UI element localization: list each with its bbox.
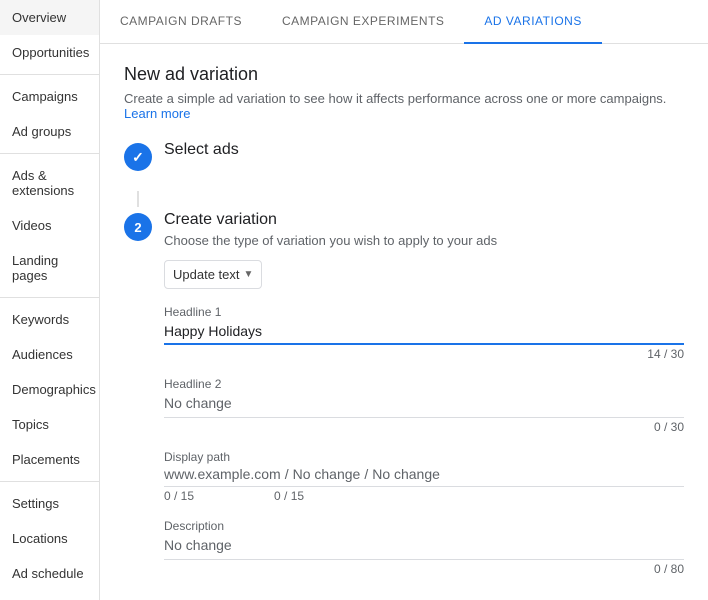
step-2-icon: 2	[124, 213, 152, 241]
description-value[interactable]: No change	[164, 535, 684, 555]
sidebar-item-settings[interactable]: Settings	[0, 486, 99, 521]
description-field: No change	[164, 535, 684, 560]
headline2-field: No change	[164, 393, 684, 418]
description-underline	[164, 559, 684, 560]
sidebar-item-ad-schedule[interactable]: Ad schedule	[0, 556, 99, 591]
chevron-down-icon: ▼	[244, 269, 254, 280]
sidebar: Overview Opportunities Campaigns Ad grou…	[0, 0, 100, 600]
sidebar-item-topics[interactable]: Topics	[0, 407, 99, 442]
display-path-group: Display path www.example.com / No change…	[164, 450, 684, 503]
display-path-nochange-1[interactable]: No change	[293, 466, 361, 482]
display-path-domain: www.example.com	[164, 466, 281, 482]
sidebar-divider-3	[0, 297, 99, 298]
dropdown-label: Update text	[173, 267, 240, 282]
sidebar-item-keywords[interactable]: Keywords	[0, 302, 99, 337]
headline1-field: Happy Holidays	[164, 321, 684, 345]
description-group: Description No change 0 / 80	[164, 519, 684, 576]
step-1-content: Select ads	[164, 141, 684, 163]
headline1-group: Headline 1 Happy Holidays 14 / 30	[164, 305, 684, 361]
step-2-content: Create variation Choose the type of vari…	[164, 211, 684, 600]
display-path-label: Display path	[164, 450, 684, 464]
step-2-title: Create variation	[164, 211, 684, 229]
page-title: New ad variation	[124, 64, 684, 85]
checkmark-icon: ✓	[132, 149, 144, 166]
step-1: ✓ Select ads	[124, 141, 684, 171]
display-path-count-1: 0 / 15	[164, 489, 194, 503]
tab-ad-variations[interactable]: Ad Variations	[464, 0, 601, 44]
sidebar-divider-2	[0, 153, 99, 154]
step-1-icon: ✓	[124, 143, 152, 171]
display-path-row: www.example.com / No change / No change	[164, 466, 684, 482]
display-path-nochange-2[interactable]: No change	[372, 466, 440, 482]
sidebar-item-landing-pages[interactable]: Landing pages	[0, 243, 99, 293]
tab-campaign-experiments[interactable]: Campaign Experiments	[262, 0, 464, 44]
headline2-count: 0 / 30	[164, 420, 684, 434]
display-path-separator-2: /	[364, 466, 368, 482]
sidebar-item-devices[interactable]: Devices	[0, 591, 99, 600]
description-count: 0 / 80	[164, 562, 684, 576]
display-path-separator-1: /	[285, 466, 289, 482]
sidebar-item-placements[interactable]: Placements	[0, 442, 99, 477]
headline2-value[interactable]: No change	[164, 393, 684, 413]
tab-bar: Campaign Drafts Campaign Experiments Ad …	[100, 0, 708, 44]
headline2-group: Headline 2 No change 0 / 30	[164, 377, 684, 434]
headline2-underline	[164, 417, 684, 418]
headline1-label: Headline 1	[164, 305, 684, 319]
headline1-value[interactable]: Happy Holidays	[164, 321, 684, 341]
sidebar-item-demographics[interactable]: Demographics	[0, 372, 99, 407]
sidebar-item-opportunities[interactable]: Opportunities	[0, 35, 99, 70]
step-2: 2 Create variation Choose the type of va…	[124, 211, 684, 600]
content-area: New ad variation Create a simple ad vari…	[100, 44, 708, 600]
headline2-label: Headline 2	[164, 377, 684, 391]
page-description: Create a simple ad variation to see how …	[124, 91, 684, 121]
sidebar-item-locations[interactable]: Locations	[0, 521, 99, 556]
display-path-counts: 0 / 15 0 / 15	[164, 489, 684, 503]
sidebar-item-videos[interactable]: Videos	[0, 208, 99, 243]
main-content: Campaign Drafts Campaign Experiments Ad …	[100, 0, 708, 600]
step-connector	[137, 191, 139, 207]
learn-more-link[interactable]: Learn more	[124, 106, 190, 121]
display-path-underline	[164, 486, 684, 487]
tab-campaign-drafts[interactable]: Campaign Drafts	[100, 0, 262, 44]
step-2-subtitle: Choose the type of variation you wish to…	[164, 233, 684, 248]
sidebar-divider-4	[0, 481, 99, 482]
headline1-count: 14 / 30	[164, 347, 684, 361]
description-label: Description	[164, 519, 684, 533]
sidebar-item-overview[interactable]: Overview	[0, 0, 99, 35]
step-1-title: Select ads	[164, 141, 684, 159]
step-2-number: 2	[134, 220, 141, 235]
display-path-count-2: 0 / 15	[274, 489, 304, 503]
sidebar-item-ads-extensions[interactable]: Ads & extensions	[0, 158, 99, 208]
sidebar-divider-1	[0, 74, 99, 75]
sidebar-item-campaigns[interactable]: Campaigns	[0, 79, 99, 114]
sidebar-item-ad-groups[interactable]: Ad groups	[0, 114, 99, 149]
headline1-underline	[164, 343, 684, 345]
sidebar-item-audiences[interactable]: Audiences	[0, 337, 99, 372]
update-text-dropdown[interactable]: Update text ▼	[164, 260, 262, 289]
